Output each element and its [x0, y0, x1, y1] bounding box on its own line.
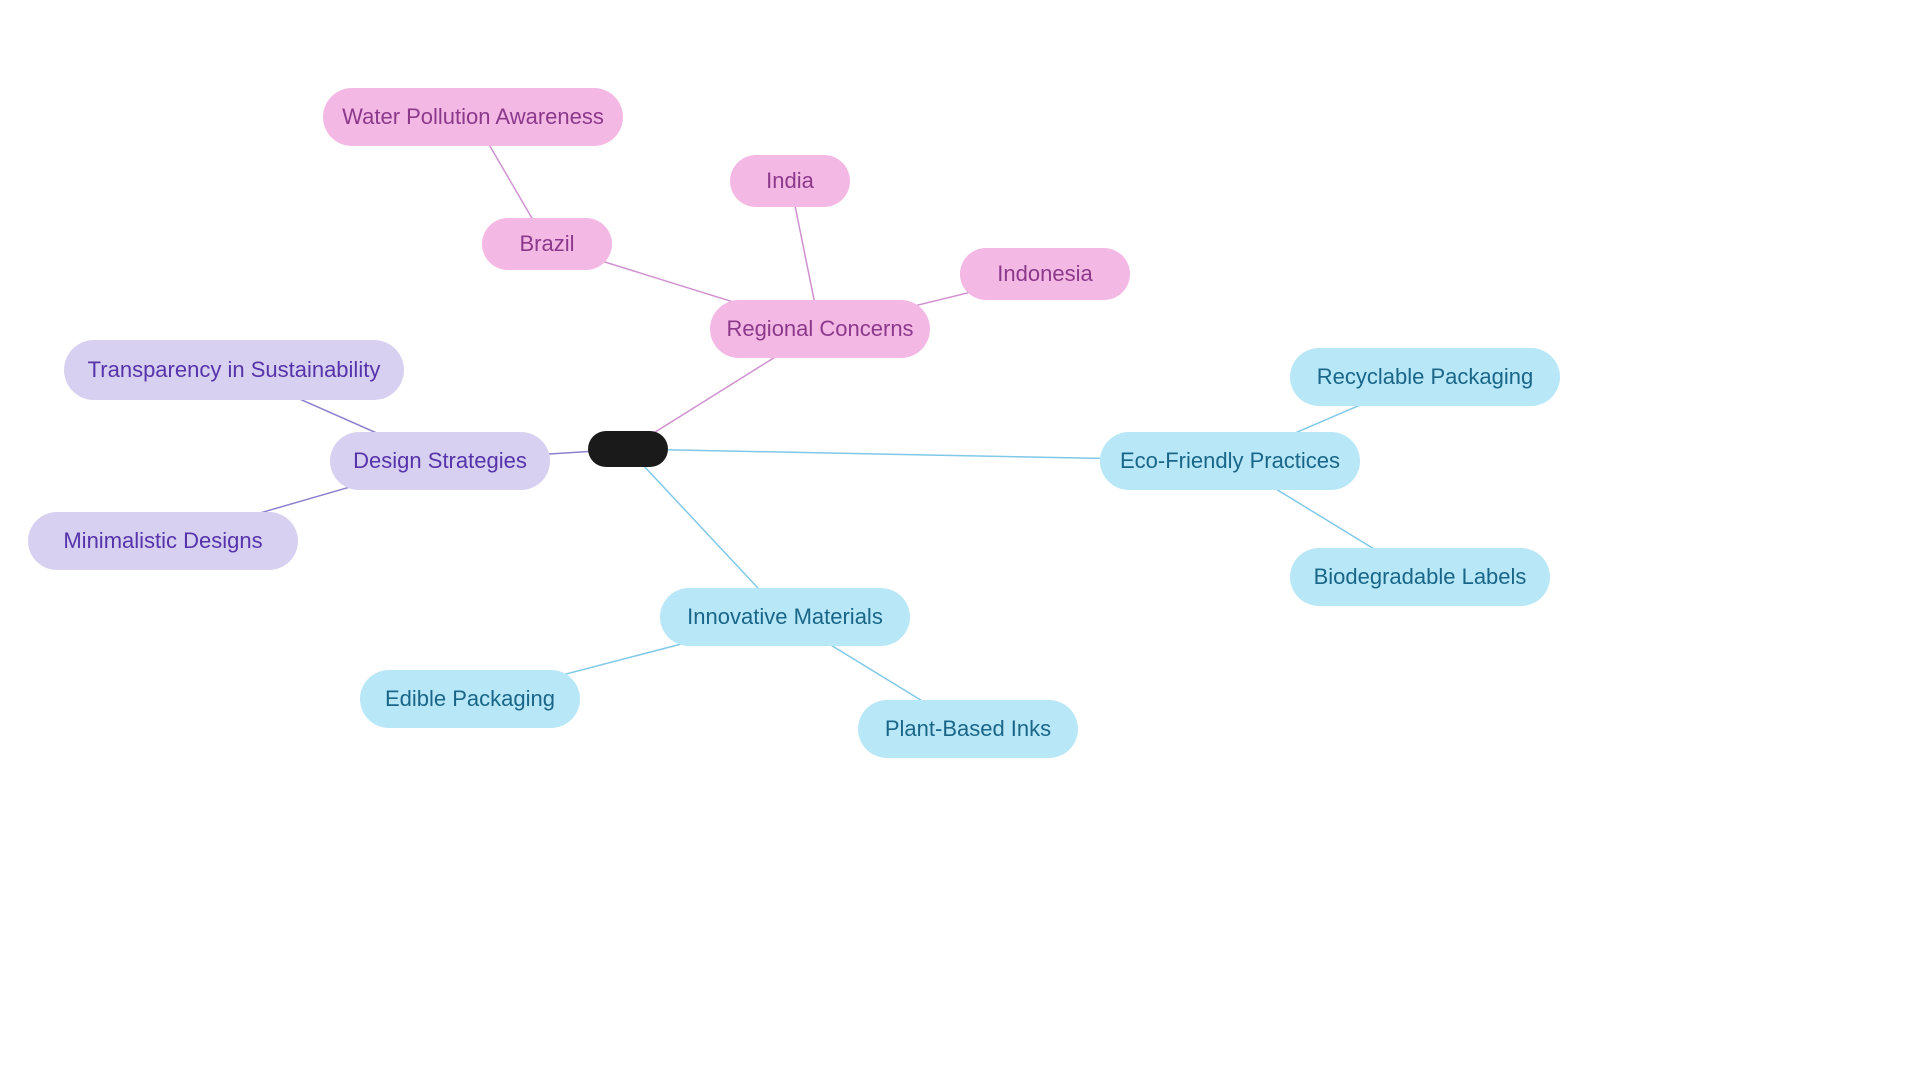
minimalistic-node: Minimalistic Designs [28, 512, 298, 570]
transparency-label: Transparency in Sustainability [88, 357, 381, 383]
design-strategies-label: Design Strategies [353, 448, 527, 474]
recyclable-label: Recyclable Packaging [1317, 364, 1533, 390]
edible-packaging-node: Edible Packaging [360, 670, 580, 728]
edible-packaging-label: Edible Packaging [385, 686, 555, 712]
biodegradable-node: Biodegradable Labels [1290, 548, 1550, 606]
water-pollution-label: Water Pollution Awareness [342, 104, 604, 130]
water-pollution-node: Water Pollution Awareness [323, 88, 623, 146]
eco-friendly-label: Eco-Friendly Practices [1120, 448, 1340, 474]
india-label: India [766, 168, 814, 194]
transparency-node: Transparency in Sustainability [64, 340, 404, 400]
indonesia-label: Indonesia [997, 261, 1092, 287]
india-node: India [730, 155, 850, 207]
biodegradable-label: Biodegradable Labels [1314, 564, 1527, 590]
brazil-label: Brazil [519, 231, 574, 257]
indonesia-node: Indonesia [960, 248, 1130, 300]
plant-based-inks-node: Plant-Based Inks [858, 700, 1078, 758]
innovative-materials-node: Innovative Materials [660, 588, 910, 646]
plant-based-inks-label: Plant-Based Inks [885, 716, 1051, 742]
design-strategies-node: Design Strategies [330, 432, 550, 490]
regional-concerns-node: Regional Concerns [710, 300, 930, 358]
innovative-materials-label: Innovative Materials [687, 604, 883, 630]
regional-concerns-label: Regional Concerns [726, 316, 913, 342]
brazil-node: Brazil [482, 218, 612, 270]
minimalistic-label: Minimalistic Designs [63, 528, 262, 554]
center-node [588, 431, 668, 467]
recyclable-node: Recyclable Packaging [1290, 348, 1560, 406]
eco-friendly-node: Eco-Friendly Practices [1100, 432, 1360, 490]
